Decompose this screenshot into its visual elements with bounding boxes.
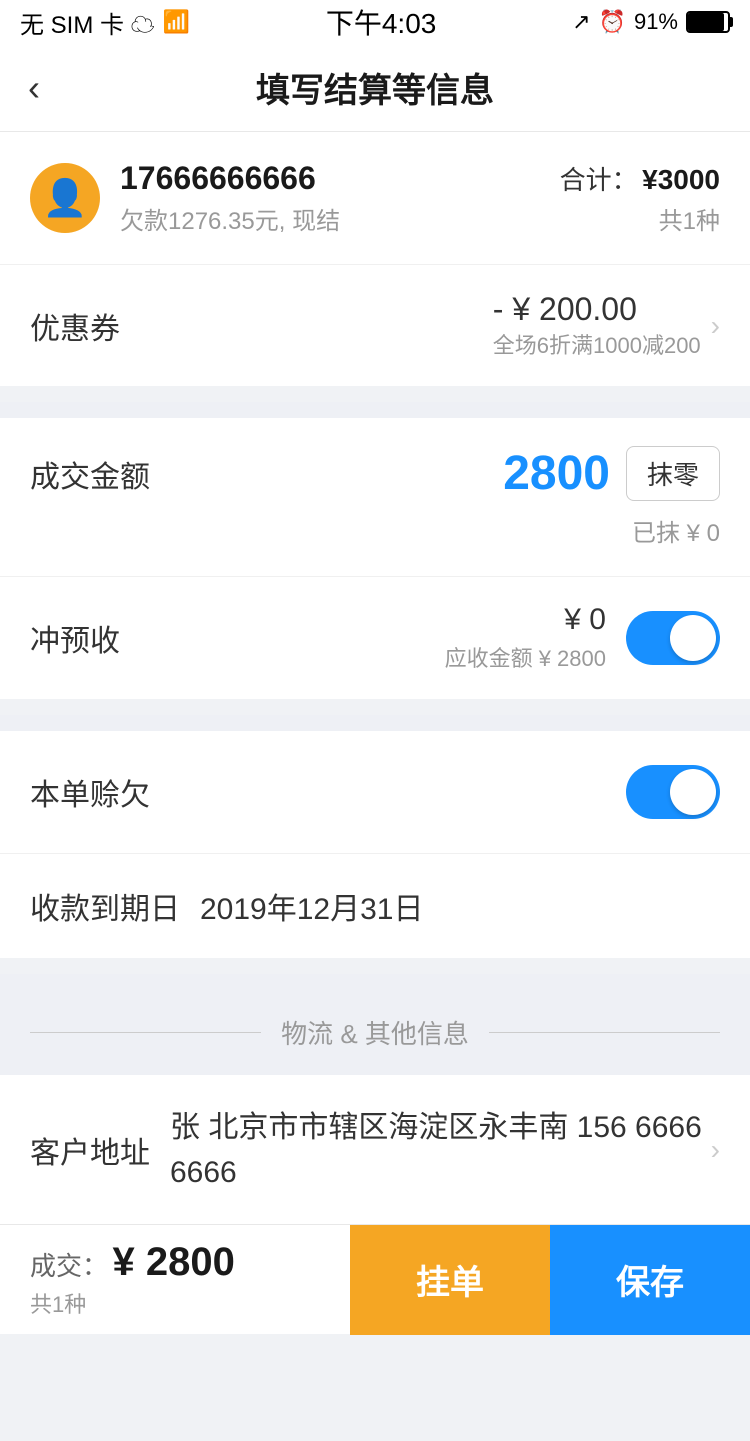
nav-bar: ‹ 填写结算等信息 bbox=[0, 44, 750, 132]
round-button[interactable]: 抹零 bbox=[626, 446, 720, 501]
debt-section: 本单赊欠 收款到期日 2019年12月31日 bbox=[0, 731, 750, 958]
prereceive-toggle[interactable] bbox=[626, 611, 720, 665]
prereceive-value: ¥ 0 bbox=[445, 603, 606, 637]
location-icon: ↗ bbox=[572, 9, 590, 35]
customer-sub: 欠款1276.35元, 现结 bbox=[120, 201, 340, 236]
amount-row: 成交金额 2800 抹零 bbox=[30, 446, 720, 501]
status-bar: 无 SIM 卡 ☁ 📶 下午4:03 ↗ ⏰ 91% bbox=[0, 0, 750, 44]
debt-row: 本单赊欠 bbox=[0, 731, 750, 853]
customer-info: 17666666666 欠款1276.35元, 现结 bbox=[120, 160, 340, 236]
amount-label: 成交金额 bbox=[30, 452, 150, 496]
battery-percent: 91% bbox=[634, 9, 678, 35]
amount-right: 2800 抹零 bbox=[503, 446, 720, 501]
prereceive-row: 冲预收 ¥ 0 应收金额 ¥ 2800 bbox=[0, 576, 750, 699]
prereceive-sub: 应收金额 ¥ 2800 bbox=[445, 641, 606, 673]
address-row[interactable]: 客户地址 张 北京市市辖区海淀区永丰南 156 6666 6666 › bbox=[0, 1075, 750, 1225]
coupon-row[interactable]: 优惠券 - ¥ 200.00 全场6折满1000减200 › bbox=[0, 264, 750, 386]
divider-3 bbox=[0, 974, 750, 990]
chevron-right-icon: › bbox=[711, 310, 720, 342]
customer-card: 👤 17666666666 欠款1276.35元, 现结 合计： ¥3000 共… bbox=[0, 132, 750, 386]
bottom-deal-label: 成交： bbox=[30, 1251, 108, 1281]
duedate-value: 2019年12月31日 bbox=[200, 884, 423, 928]
battery-bar bbox=[686, 11, 730, 33]
debt-toggle[interactable] bbox=[626, 765, 720, 819]
wifi-icon: 📶 bbox=[163, 9, 190, 35]
amount-row-wrapper: 成交金额 2800 抹零 已抹 ¥ 0 bbox=[0, 418, 750, 576]
amount-value: 2800 bbox=[503, 446, 610, 501]
bottom-bar: 成交： ¥ 2800 共1种 挂单 保存 bbox=[0, 1224, 750, 1334]
prereceive-amount: ¥ 0 应收金额 ¥ 2800 bbox=[445, 603, 606, 673]
bottom-deal-row: 成交： ¥ 2800 bbox=[30, 1240, 320, 1285]
coupon-sub: 全场6折满1000减200 bbox=[493, 328, 701, 360]
bottom-count: 共1种 bbox=[30, 1287, 320, 1319]
coupon-right: - ¥ 200.00 全场6折满1000减200 › bbox=[493, 291, 720, 360]
divider-2 bbox=[0, 715, 750, 731]
back-button[interactable]: ‹ bbox=[28, 67, 40, 109]
coupon-discount: - ¥ 200.00 bbox=[493, 291, 701, 328]
debt-label: 本单赊欠 bbox=[30, 770, 150, 814]
logistics-text: 物流 & 其他信息 bbox=[281, 1014, 469, 1051]
save-button[interactable]: 保存 bbox=[550, 1225, 750, 1335]
amount-section: 成交金额 2800 抹零 已抹 ¥ 0 冲预收 ¥ 0 应收金额 ¥ 2800 bbox=[0, 418, 750, 699]
bottom-amount: ¥ 2800 bbox=[112, 1240, 234, 1284]
divider-line-left bbox=[30, 1032, 261, 1033]
amount-sub: 已抹 ¥ 0 bbox=[30, 513, 720, 548]
toggle-thumb bbox=[670, 615, 716, 661]
address-label: 客户地址 bbox=[30, 1128, 150, 1172]
total-label: 合计： bbox=[560, 165, 638, 195]
duedate-row: 收款到期日 2019年12月31日 bbox=[0, 853, 750, 958]
customer-row: 👤 17666666666 欠款1276.35元, 现结 合计： ¥3000 共… bbox=[0, 132, 750, 264]
hang-button[interactable]: 挂单 bbox=[350, 1225, 550, 1335]
sim-label: 无 SIM 卡 ☁ bbox=[20, 5, 155, 40]
debt-toggle-thumb bbox=[670, 769, 716, 815]
avatar: 👤 bbox=[30, 163, 100, 233]
status-time: 下午4:03 bbox=[326, 2, 437, 42]
customer-right: 合计： ¥3000 共1种 bbox=[560, 160, 720, 236]
divider-line-right bbox=[489, 1032, 720, 1033]
customer-phone: 17666666666 bbox=[120, 160, 340, 197]
total-row: 合计： ¥3000 bbox=[560, 160, 720, 197]
duedate-label: 收款到期日 bbox=[30, 884, 180, 928]
alarm-icon: ⏰ bbox=[599, 9, 626, 35]
page-title: 填写结算等信息 bbox=[256, 63, 494, 112]
status-right: ↗ ⏰ 91% bbox=[572, 9, 730, 35]
logistics-divider: 物流 & 其他信息 bbox=[0, 990, 750, 1075]
address-value: 张 北京市市辖区海淀区永丰南 156 6666 6666 bbox=[170, 1105, 711, 1195]
divider-1 bbox=[0, 402, 750, 418]
total-count: 共1种 bbox=[560, 201, 720, 236]
status-left: 无 SIM 卡 ☁ 📶 bbox=[20, 5, 190, 40]
prereceive-label: 冲预收 bbox=[30, 616, 120, 660]
customer-left: 👤 17666666666 欠款1276.35元, 现结 bbox=[30, 160, 340, 236]
total-amount: ¥3000 bbox=[642, 164, 720, 195]
address-chevron-icon: › bbox=[711, 1134, 720, 1166]
coupon-label: 优惠券 bbox=[30, 304, 120, 348]
bottom-summary: 成交： ¥ 2800 共1种 bbox=[0, 1240, 350, 1319]
address-section: 客户地址 张 北京市市辖区海淀区永丰南 156 6666 6666 › bbox=[0, 1075, 750, 1225]
prereceive-right: ¥ 0 应收金额 ¥ 2800 bbox=[445, 603, 720, 673]
avatar-icon: 👤 bbox=[43, 177, 88, 219]
